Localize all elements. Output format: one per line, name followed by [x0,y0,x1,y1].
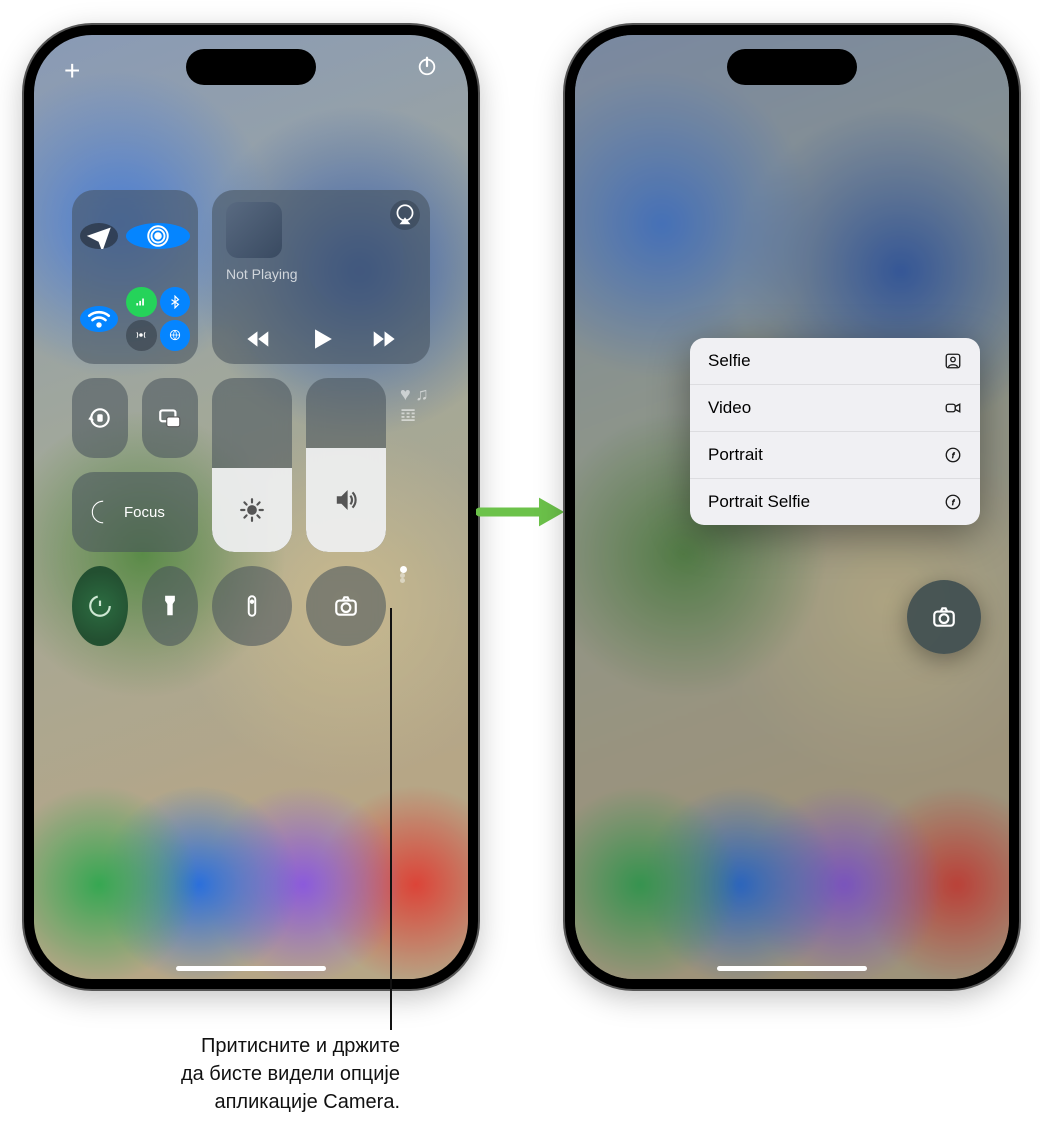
airdrop-button[interactable] [126,223,190,249]
moon-icon [88,499,114,525]
airplane-icon [86,223,112,249]
home-indicator[interactable] [717,966,867,971]
transition-arrow [476,490,566,534]
vpn-icon [160,320,191,351]
dynamic-island [727,49,857,85]
menu-item-selfie[interactable]: Selfie [690,338,980,385]
camera-icon [333,593,359,619]
flashlight-icon [157,593,183,619]
person-square-icon [944,352,962,370]
secondary-connectivity[interactable] [126,287,190,351]
album-art [226,202,282,258]
wifi-button[interactable] [80,306,118,332]
menu-item-label: Video [708,398,751,418]
callout-line [390,608,392,1030]
control-center: Not Playing [72,190,430,646]
phone-left: + [24,25,478,989]
music-note-icon[interactable]: ♫ [415,384,429,404]
svg-text:f: f [952,498,955,507]
rotation-lock-icon [87,405,113,431]
hotspot-icon [126,320,157,351]
add-control-button[interactable]: + [64,55,80,87]
camera-context-menu: Selfie Video Portrait f Portrait Selfie [690,338,980,525]
camera-button[interactable] [306,566,386,646]
rewind-icon[interactable] [245,326,271,352]
menu-item-portrait-selfie[interactable]: Portrait Selfie f [690,479,980,525]
side-shortcuts: ♥ ♫ 𝌞 [400,378,430,552]
callout-line1: Притисните и држите [60,1032,400,1060]
menu-item-portrait[interactable]: Portrait f [690,432,980,479]
bluetooth-icon [160,287,191,318]
antenna-icon[interactable]: 𝌞 [400,405,416,425]
volume-slider[interactable] [306,378,386,552]
aperture-icon: f [944,493,962,511]
remote-icon [239,593,265,619]
heart-icon[interactable]: ♥ [400,384,411,404]
aperture-icon: f [944,446,962,464]
menu-item-label: Portrait Selfie [708,492,810,512]
screen-mirroring-icon [157,405,183,431]
timer-icon [87,593,113,619]
brightness-icon [239,497,265,523]
home-indicator[interactable] [176,966,326,971]
dynamic-island [186,49,316,85]
screen-left: + [34,35,468,979]
remote-button[interactable] [212,566,292,646]
focus-button[interactable]: Focus [72,472,198,552]
not-playing-label: Not Playing [226,266,416,282]
speaker-icon [333,487,359,513]
callout-text: Притисните и држите да бисте видели опци… [60,1032,400,1116]
focus-label: Focus [124,504,165,521]
callout-line2: да бисте видели опције [60,1060,400,1088]
orientation-lock-button[interactable] [72,378,128,458]
brightness-slider[interactable] [212,378,292,552]
wifi-icon [86,306,112,332]
callout-line3: апликације Camera. [60,1088,400,1116]
airplane-mode-button[interactable] [80,223,118,249]
menu-item-video[interactable]: Video [690,385,980,432]
menu-item-label: Selfie [708,351,751,371]
video-icon [944,399,962,417]
screen-mirroring-button[interactable] [142,378,198,458]
flashlight-button[interactable] [142,566,198,646]
cellular-icon [126,287,157,318]
timer-button[interactable] [72,566,128,646]
connectivity-group [72,190,198,364]
menu-item-label: Portrait [708,445,763,465]
camera-button[interactable] [907,580,981,654]
power-icon[interactable] [416,55,438,87]
phone-right: Selfie Video Portrait f Portrait Selfie [565,25,1019,989]
svg-text:f: f [952,451,955,460]
page-dots [400,566,430,646]
screen-right: Selfie Video Portrait f Portrait Selfie [575,35,1009,979]
camera-icon [931,604,957,630]
play-icon[interactable] [308,326,334,352]
now-playing-tile[interactable]: Not Playing [212,190,430,364]
airdrop-icon [145,223,171,249]
forward-icon[interactable] [371,326,397,352]
airplay-icon[interactable] [390,200,420,230]
